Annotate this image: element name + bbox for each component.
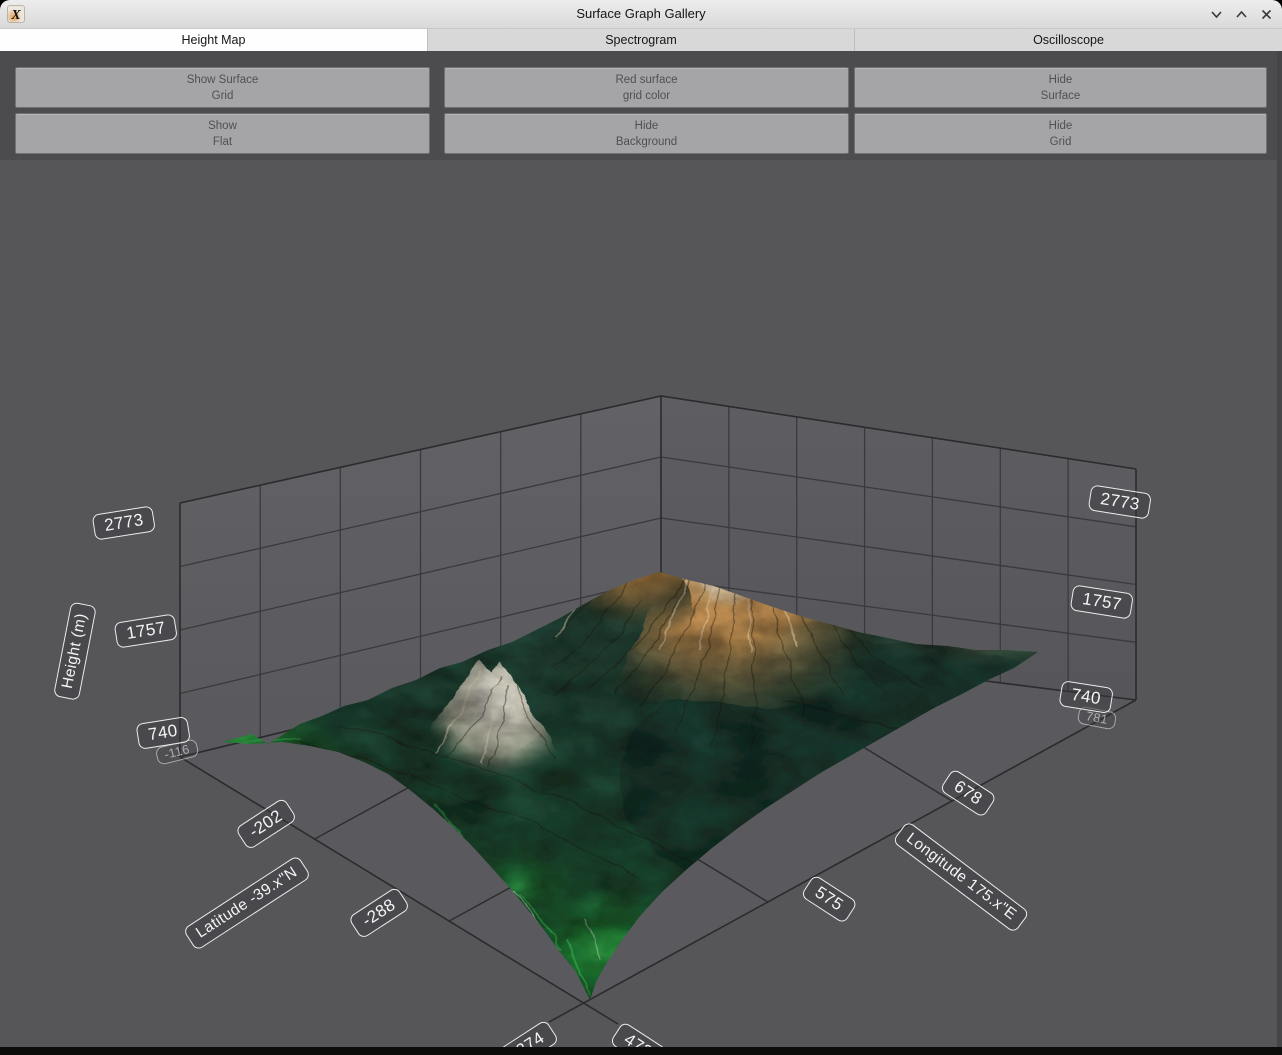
button-label: grid color — [623, 88, 670, 104]
button-label: Background — [616, 134, 677, 150]
close-button[interactable] — [1259, 7, 1274, 22]
button-label: Red surface — [615, 72, 677, 88]
show-surface-grid-button[interactable]: Show Surface Grid — [15, 67, 430, 108]
window-controls — [1209, 0, 1274, 28]
minimize-button[interactable] — [1209, 7, 1224, 22]
close-icon — [1260, 8, 1273, 21]
window-title: Surface Graph Gallery — [0, 0, 1282, 28]
button-label: Surface — [1041, 88, 1081, 104]
tab-height-map[interactable]: Height Map — [0, 28, 427, 51]
button-label: Show Surface — [187, 72, 259, 88]
title-bar[interactable]: X Surface Graph Gallery — [0, 0, 1282, 29]
app-window: 2773 1757 740 -116 Height (m) 2773 1757 … — [0, 0, 1282, 1055]
hide-grid-button[interactable]: Hide Grid — [854, 113, 1267, 154]
hide-surface-button[interactable]: Hide Surface — [854, 67, 1267, 108]
tab-bar: Height Map Spectrogram Oscilloscope — [0, 28, 1282, 51]
button-label: Hide — [1049, 118, 1073, 134]
button-label: Grid — [212, 88, 234, 104]
tab-spectrogram[interactable]: Spectrogram — [427, 28, 854, 51]
right-edge-strip — [1277, 51, 1282, 1047]
button-label: Show — [208, 118, 237, 134]
button-label: Grid — [1050, 134, 1072, 150]
screen-bottom-edge — [0, 1047, 1282, 1055]
chevron-up-icon — [1235, 8, 1248, 21]
button-label: Flat — [213, 134, 232, 150]
hide-background-button[interactable]: Hide Background — [444, 113, 849, 154]
tab-oscilloscope[interactable]: Oscilloscope — [854, 28, 1282, 51]
button-label: Hide — [1049, 72, 1073, 88]
chevron-down-icon — [1210, 8, 1223, 21]
button-label: Hide — [635, 118, 659, 134]
maximize-button[interactable] — [1234, 7, 1249, 22]
show-flat-button[interactable]: Show Flat — [15, 113, 430, 154]
surface-3d-view[interactable] — [0, 0, 1282, 1055]
red-surface-grid-color-button[interactable]: Red surface grid color — [444, 67, 849, 108]
